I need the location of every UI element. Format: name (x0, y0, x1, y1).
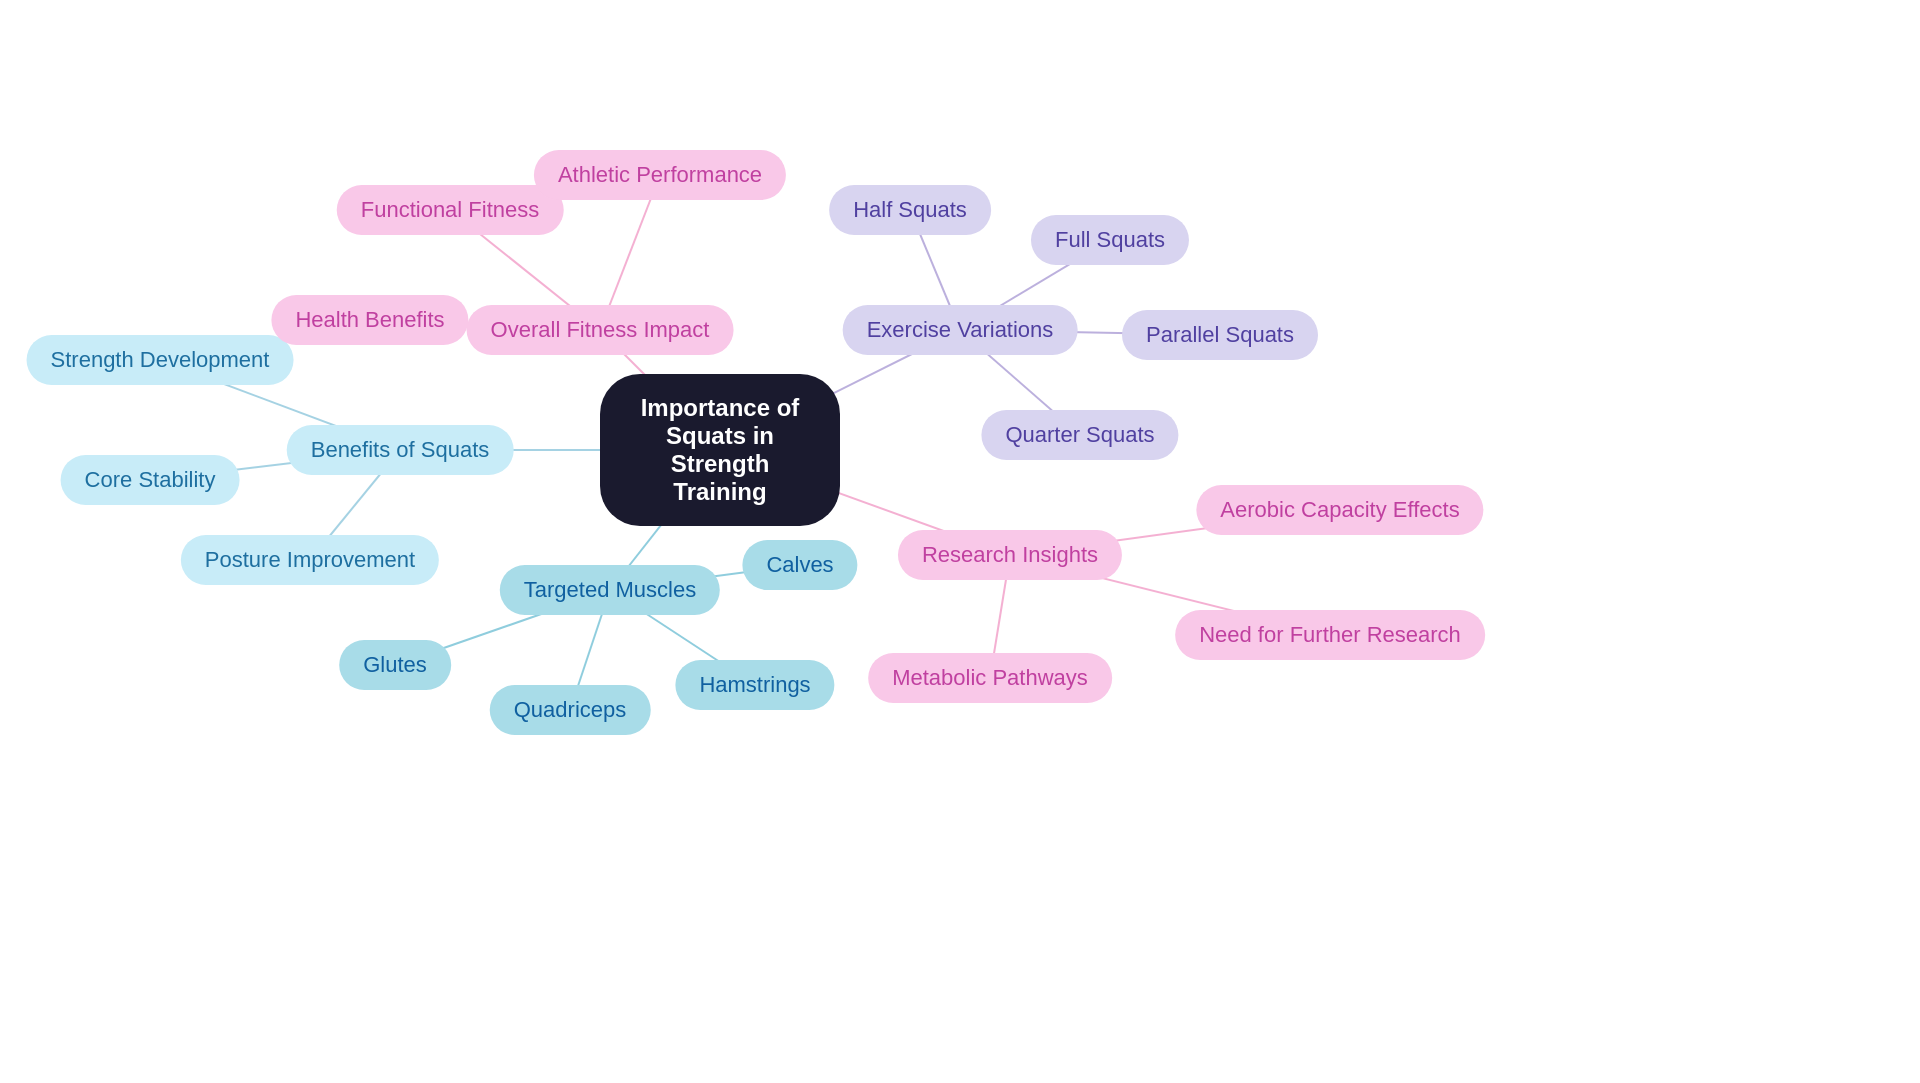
node-research[interactable]: Research Insights (898, 530, 1122, 580)
node-calves[interactable]: Calves (742, 540, 857, 590)
node-quarter[interactable]: Quarter Squats (981, 410, 1178, 460)
node-hamstrings[interactable]: Hamstrings (675, 660, 834, 710)
node-posture[interactable]: Posture Improvement (181, 535, 439, 585)
node-quadriceps[interactable]: Quadriceps (490, 685, 651, 735)
node-athletic[interactable]: Athletic Performance (534, 150, 786, 200)
node-center[interactable]: Importance of Squats in Strength Trainin… (600, 374, 840, 526)
node-glutes[interactable]: Glutes (339, 640, 451, 690)
node-targeted[interactable]: Targeted Muscles (500, 565, 720, 615)
node-strength[interactable]: Strength Development (27, 335, 294, 385)
node-metabolic[interactable]: Metabolic Pathways (868, 653, 1112, 703)
node-full[interactable]: Full Squats (1031, 215, 1189, 265)
node-exercise[interactable]: Exercise Variations (843, 305, 1078, 355)
node-aerobic[interactable]: Aerobic Capacity Effects (1196, 485, 1483, 535)
node-functional[interactable]: Functional Fitness (337, 185, 564, 235)
node-benefits[interactable]: Benefits of Squats (287, 425, 514, 475)
node-half[interactable]: Half Squats (829, 185, 991, 235)
node-health[interactable]: Health Benefits (271, 295, 468, 345)
node-core[interactable]: Core Stability (61, 455, 240, 505)
mindmap-container: Importance of Squats in Strength Trainin… (0, 0, 1920, 1083)
node-further[interactable]: Need for Further Research (1175, 610, 1485, 660)
node-parallel[interactable]: Parallel Squats (1122, 310, 1318, 360)
node-overall[interactable]: Overall Fitness Impact (467, 305, 734, 355)
